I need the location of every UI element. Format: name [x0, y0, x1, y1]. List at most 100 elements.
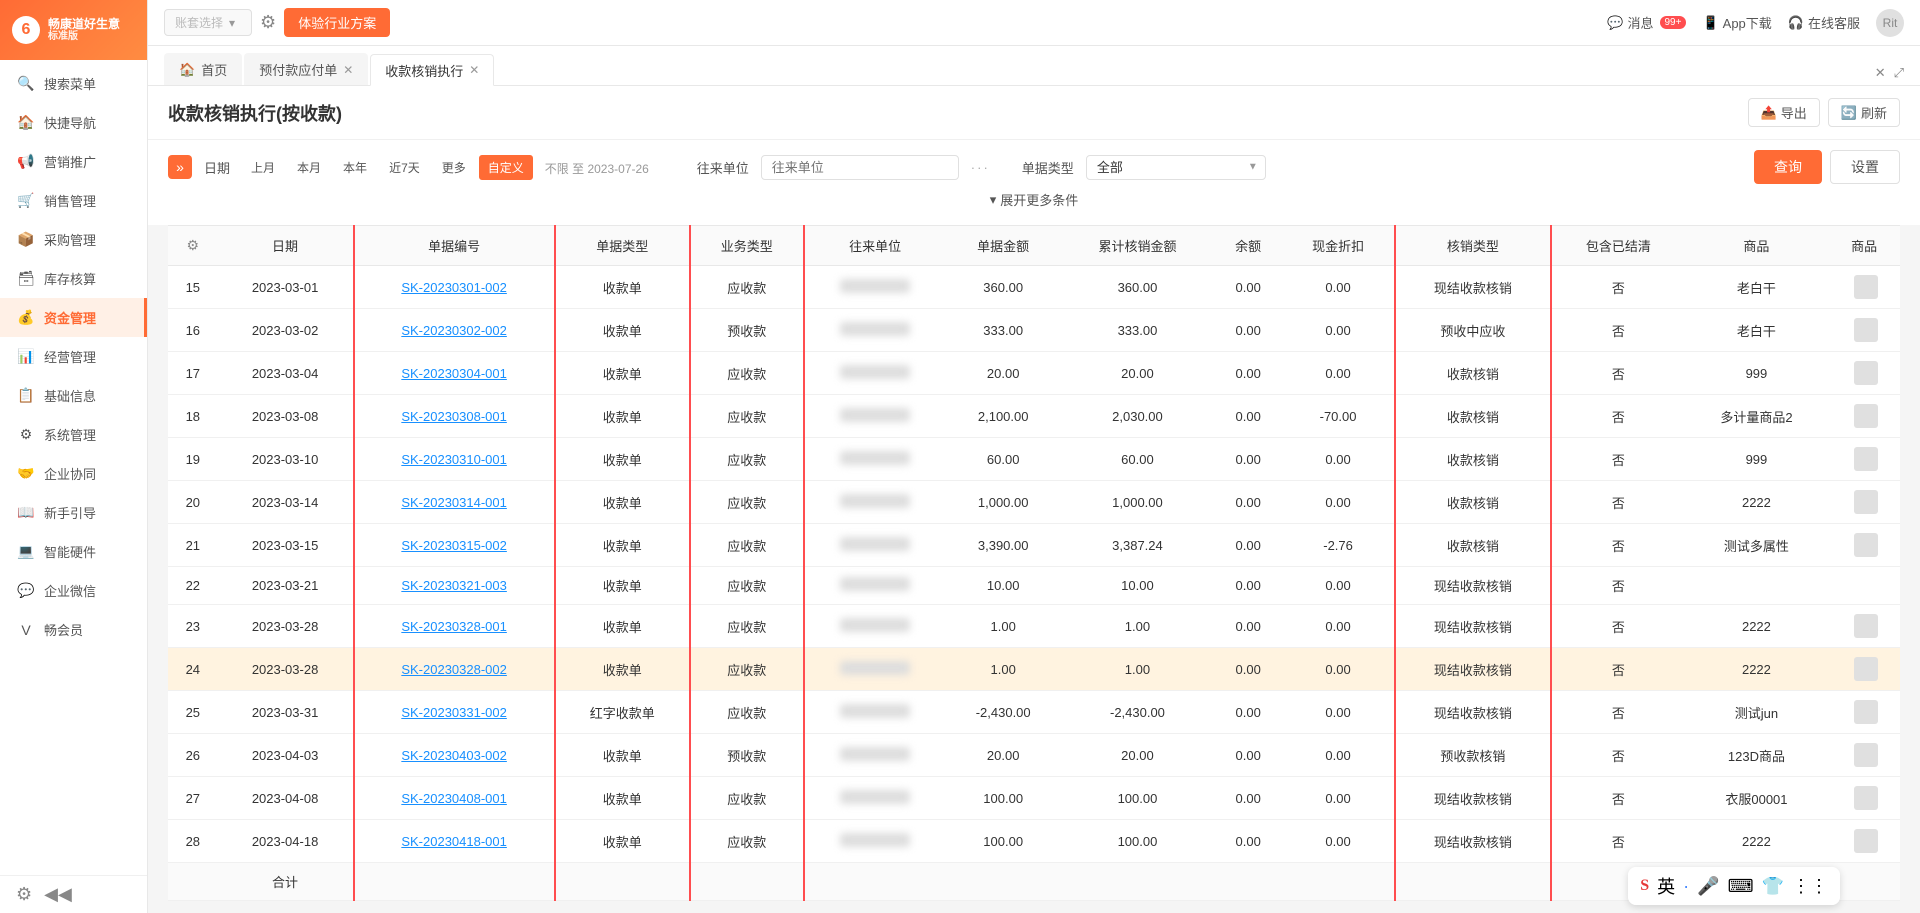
table-cell-biz-type: 应收款 — [690, 266, 804, 309]
export-button[interactable]: 📤 导出 — [1748, 98, 1820, 127]
sidebar-item-guide[interactable]: 📖新手引导 — [0, 493, 147, 532]
table-cell-partner — [804, 438, 946, 481]
table-cell-date: 2023-04-08 — [218, 777, 354, 820]
table-cell-biz-type: 应收款 — [690, 605, 804, 648]
tab-expand-icon[interactable]: ⤢ — [1894, 65, 1904, 81]
sidebar-item-marketing[interactable]: 📢营销推广 — [0, 142, 147, 181]
collapse-icon[interactable]: ◀◀ — [44, 884, 72, 905]
sidebar-item-base[interactable]: 📋基础信息 — [0, 376, 147, 415]
bill-no-link[interactable]: SK-20230308-001 — [401, 409, 507, 424]
tabs-actions: ✕ ⤢ — [1875, 65, 1904, 85]
sidebar-bottom: ⚙ ◀◀ — [0, 875, 147, 913]
table-cell-biz-type: 预收款 — [690, 734, 804, 777]
bill-no-link[interactable]: SK-20230310-001 — [401, 452, 507, 467]
tab-pre-payment-close[interactable]: ✕ — [343, 63, 353, 77]
date-btn-this-year[interactable]: 本年 — [334, 155, 376, 180]
table-cell-bill-no: SK-20230321-003 — [354, 567, 555, 605]
table-cell-seq: 20 — [168, 481, 218, 524]
bill-no-link[interactable]: SK-20230408-001 — [401, 791, 507, 806]
settings-gear-icon[interactable]: ⚙ — [260, 12, 276, 33]
date-btn-custom[interactable]: 自定义 — [479, 155, 533, 180]
table-cell-balance: 0.00 — [1214, 309, 1282, 352]
table-cell-product1: 老白干 — [1685, 309, 1829, 352]
sidebar-item-member[interactable]: V畅会员 — [0, 610, 147, 649]
app-download-item[interactable]: 📱 App下载 — [1702, 13, 1771, 32]
bill-no-link[interactable]: SK-20230314-001 — [401, 495, 507, 510]
partner-label: 往来单位 — [697, 158, 749, 177]
col-settings-header[interactable]: ⚙ — [168, 226, 218, 266]
bill-no-link[interactable]: SK-20230331-002 — [401, 705, 507, 720]
table-cell-bill-no: SK-20230328-002 — [354, 648, 555, 691]
partner-dots[interactable]: ··· — [971, 160, 990, 175]
finance-icon: 💰 — [16, 309, 36, 326]
sidebar-item-hardware[interactable]: 💻智能硬件 — [0, 532, 147, 571]
message-item[interactable]: 💬 消息 99+ — [1607, 13, 1686, 32]
wechat-icon: 💬 — [16, 582, 36, 599]
member-icon: V — [16, 622, 36, 638]
tab-pre-payment[interactable]: 预付款应付单 ✕ — [244, 53, 368, 85]
table-cell-bill-no: SK-20230308-001 — [354, 395, 555, 438]
sidebar-item-quick-nav[interactable]: 🏠快捷导航 — [0, 103, 147, 142]
bill-no-link[interactable]: SK-20230301-002 — [401, 280, 507, 295]
sidebar-item-search[interactable]: 🔍搜索菜单 — [0, 64, 147, 103]
sidebar-item-sales[interactable]: 🛒销售管理 — [0, 181, 147, 220]
enterprise-icon: 🤝 — [16, 465, 36, 482]
table-cell-product2 — [1828, 395, 1900, 438]
bill-no-link[interactable]: SK-20230418-001 — [401, 834, 507, 849]
table-cell-biz-type: 应收款 — [690, 820, 804, 863]
table-cell-biz-type: 应收款 — [690, 438, 804, 481]
sidebar-item-label-inventory: 库存核算 — [44, 269, 96, 288]
date-btn-last-month[interactable]: 上月 — [242, 155, 284, 180]
bill-no-link[interactable]: SK-20230302-002 — [401, 323, 507, 338]
partner-input[interactable] — [761, 155, 959, 180]
bill-type-select[interactable]: 全部 收款单 红字收款单 — [1086, 155, 1266, 180]
table-cell-bill-type: 收款单 — [555, 605, 690, 648]
sidebar-item-operations[interactable]: 📊经营管理 — [0, 337, 147, 376]
table-cell-verify-amount: 3,387.24 — [1061, 524, 1214, 567]
tab-payment-verify[interactable]: 收款核销执行 ✕ — [370, 54, 494, 86]
bill-no-link[interactable]: SK-20230321-003 — [401, 578, 507, 593]
date-btn-more[interactable]: 更多 — [433, 155, 475, 180]
total-amount — [945, 863, 1060, 901]
table-cell-bill-type: 收款单 — [555, 777, 690, 820]
table-cell-verify-amount: 10.00 — [1061, 567, 1214, 605]
bill-no-link[interactable]: SK-20230328-002 — [401, 662, 507, 677]
table-cell-partner — [804, 605, 946, 648]
filter-settings-button[interactable]: 设置 — [1830, 150, 1900, 184]
table-cell-verify-type: 现结收款核销 — [1395, 567, 1551, 605]
date-btn-7days[interactable]: 近7天 — [380, 155, 429, 180]
bill-no-link[interactable]: SK-20230315-002 — [401, 538, 507, 553]
bill-no-link[interactable]: SK-20230304-001 — [401, 366, 507, 381]
user-avatar[interactable]: Rit — [1876, 9, 1904, 37]
sidebar-item-label-search: 搜索菜单 — [44, 74, 96, 93]
table-cell-partner — [804, 352, 946, 395]
online-service-item[interactable]: 🎧 在线客服 — [1788, 13, 1860, 32]
filter-toggle-button[interactable]: » — [168, 155, 192, 179]
base-icon: 📋 — [16, 387, 36, 404]
sidebar-item-purchase[interactable]: 📦采购管理 — [0, 220, 147, 259]
refresh-button[interactable]: 🔄 刷新 — [1828, 98, 1900, 127]
tab-home[interactable]: 🏠 首页 — [164, 53, 242, 85]
table-cell-discount: 0.00 — [1282, 481, 1394, 524]
tab-payment-verify-close[interactable]: ✕ — [469, 63, 479, 77]
tab-close-all-icon[interactable]: ✕ — [1875, 65, 1886, 81]
sidebar-item-wechat[interactable]: 💬企业微信 — [0, 571, 147, 610]
solution-button[interactable]: 体验行业方案 — [284, 8, 390, 37]
sidebar-item-system[interactable]: ⚙系统管理 — [0, 415, 147, 454]
total-discount — [1282, 863, 1394, 901]
account-selector[interactable]: 账套选择 ▾ — [164, 9, 252, 36]
sidebar-item-inventory[interactable]: 🗃库存核算 — [0, 259, 147, 298]
settings-icon[interactable]: ⚙ — [16, 884, 32, 905]
sidebar-item-enterprise[interactable]: 🤝企业协同 — [0, 454, 147, 493]
table-cell-included: 否 — [1551, 352, 1685, 395]
bill-no-link[interactable]: SK-20230328-001 — [401, 619, 507, 634]
system-icon: ⚙ — [16, 426, 36, 443]
sidebar-item-finance[interactable]: 💰资金管理 — [0, 298, 147, 337]
date-btn-this-month[interactable]: 本月 — [288, 155, 330, 180]
table-cell-product2 — [1828, 266, 1900, 309]
expand-more-conditions[interactable]: ▾ 展开更多条件 — [168, 184, 1900, 215]
query-button[interactable]: 查询 — [1754, 150, 1822, 184]
bill-no-link[interactable]: SK-20230403-002 — [401, 748, 507, 763]
table-cell-balance: 0.00 — [1214, 395, 1282, 438]
table-cell-product2 — [1828, 605, 1900, 648]
